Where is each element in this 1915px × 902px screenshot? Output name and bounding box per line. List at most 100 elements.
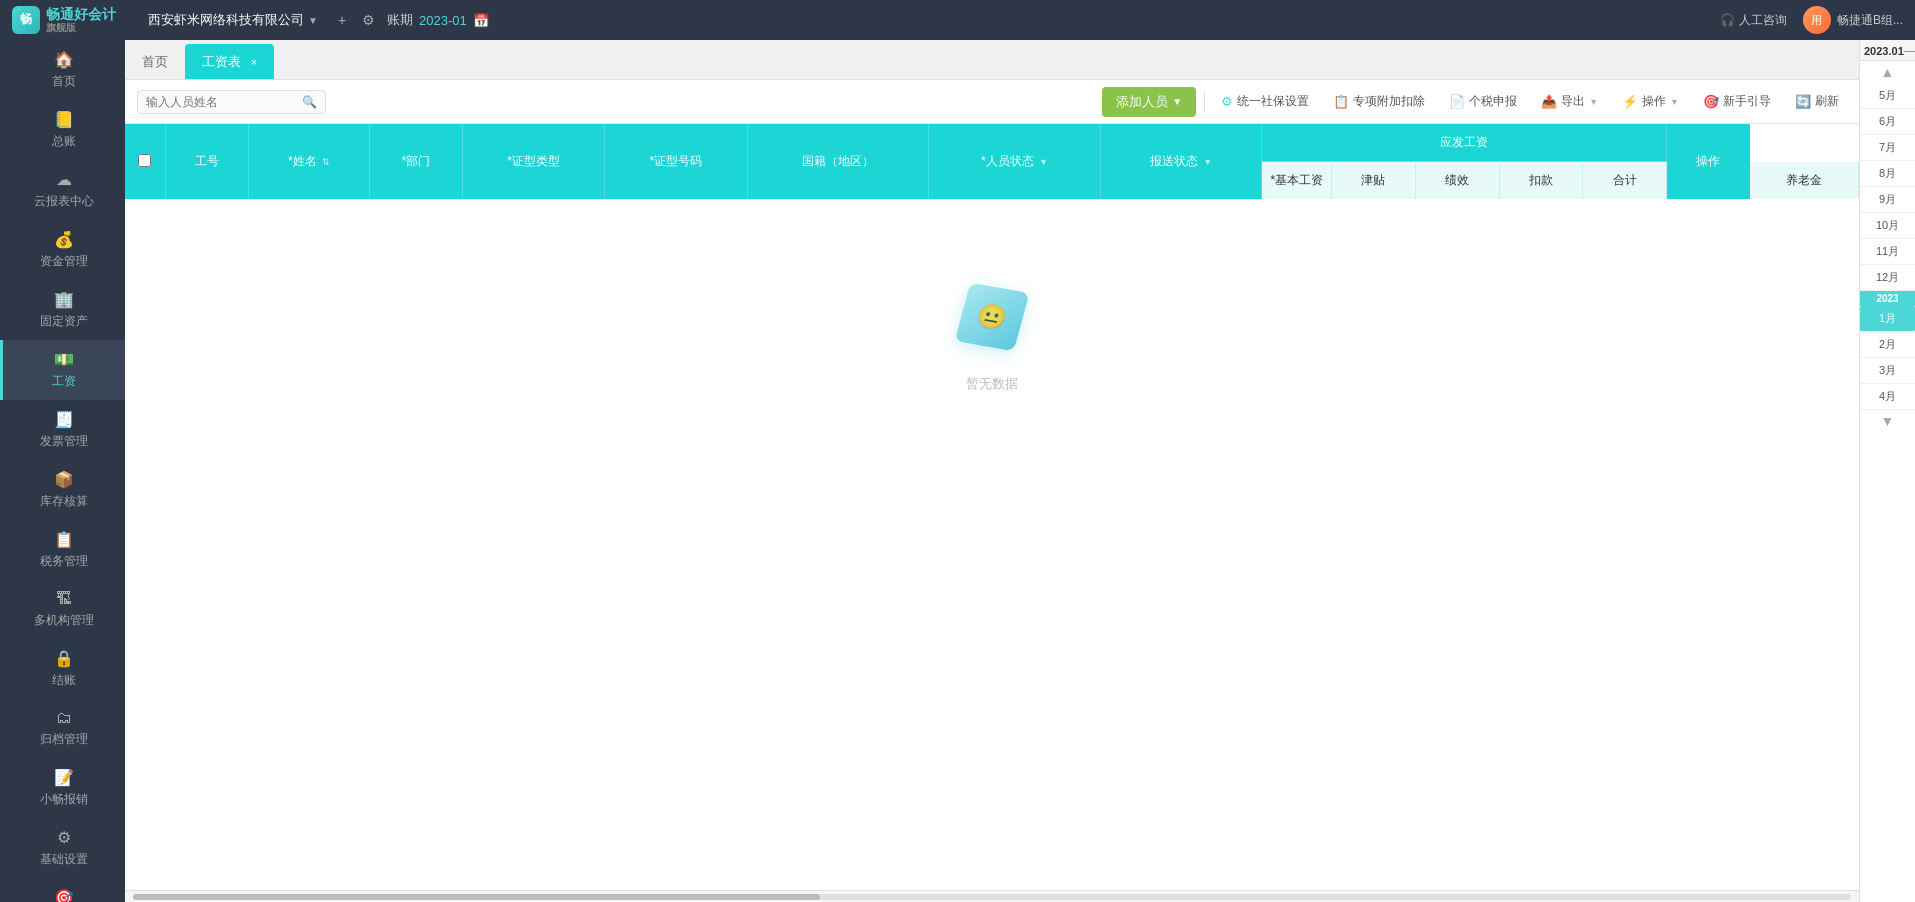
- home-icon: 🏠: [54, 50, 74, 69]
- top-bar-right: 🎧 人工咨询 用 畅捷通B组...: [1720, 6, 1903, 34]
- sidebar-item-closing[interactable]: 🔒 结账: [0, 639, 125, 699]
- sidebar-item-multi-org[interactable]: 🏗 多机构管理: [0, 580, 125, 639]
- sidebar-item-inventory[interactable]: 📦 库存核算: [0, 460, 125, 520]
- month-5[interactable]: 5月: [1860, 83, 1915, 109]
- service-btn[interactable]: 🎧 人工咨询: [1720, 12, 1787, 29]
- right-panel-up-nav: ▲: [1860, 61, 1915, 83]
- sep1: [1204, 92, 1205, 112]
- fund-icon: 💰: [54, 230, 74, 249]
- settings-icon[interactable]: ⚙: [358, 8, 379, 32]
- export-label: 导出: [1561, 93, 1585, 110]
- toolbar: 🔍 添加人员 ▼ ⚙ 统一社保设置 📋 专项附加扣除 📄 个税申报 📤: [125, 80, 1859, 124]
- month-1-2023[interactable]: 1月: [1860, 306, 1915, 332]
- new-guide-label: 新手引导: [1723, 93, 1771, 110]
- sidebar-item-invoice[interactable]: 🧾 发票管理: [0, 400, 125, 460]
- sidebar-item-fixed-assets[interactable]: 🏢 固定资产: [0, 280, 125, 340]
- month-8[interactable]: 8月: [1860, 161, 1915, 187]
- tax-icon: 📋: [54, 530, 74, 549]
- th-allowance: 津贴: [1332, 162, 1416, 200]
- down-nav-icon[interactable]: ▼: [1881, 413, 1895, 429]
- right-panel: 2023.01 — ⛶ ▲ 5月 6月 7月 8月 9月 10月 11月 12月…: [1859, 40, 1915, 902]
- select-all-checkbox[interactable]: [138, 154, 151, 167]
- tab-close-icon[interactable]: ×: [251, 56, 257, 68]
- export-action[interactable]: 📤 导出 ▼: [1533, 89, 1606, 114]
- add-person-button[interactable]: 添加人员 ▼: [1102, 87, 1196, 117]
- name-sort-icon: ⇅: [322, 157, 330, 167]
- sidebar-item-settings[interactable]: ⚙ 基础设置: [0, 818, 125, 878]
- refresh-label: 刷新: [1815, 93, 1839, 110]
- tab-salary-table[interactable]: 工资表 ×: [185, 44, 274, 79]
- refresh-icon: 🔄: [1795, 94, 1811, 109]
- archive-icon: 🗂: [56, 709, 72, 727]
- personal-tax-action[interactable]: 📄 个税申报: [1441, 89, 1525, 114]
- special-deduction-action[interactable]: 📋 专项附加扣除: [1325, 89, 1433, 114]
- sidebar-label-cloud-report: 云报表中心: [34, 193, 94, 210]
- sidebar-item-ledger[interactable]: 📒 总账: [0, 100, 125, 160]
- month-9[interactable]: 9月: [1860, 187, 1915, 213]
- right-panel-down-nav: ▼: [1860, 410, 1915, 432]
- calendar-icon[interactable]: 📅: [473, 13, 489, 28]
- th-base-salary: *基本工资: [1262, 162, 1332, 200]
- user-info[interactable]: 用 畅捷通B组...: [1803, 6, 1903, 34]
- sidebar-item-tax[interactable]: 📋 税务管理: [0, 520, 125, 580]
- sidebar: 🏠 首页 📒 总账 ☁ 云报表中心 💰 资金管理 🏢 固定资产 💵 工资 🧾 发…: [0, 40, 125, 902]
- month-10[interactable]: 10月: [1860, 213, 1915, 239]
- horizontal-scrollbar[interactable]: [125, 890, 1859, 902]
- empty-illustration: 😐: [954, 283, 1029, 352]
- month-2-2023[interactable]: 2月: [1860, 332, 1915, 358]
- operation-chevron-icon: ▼: [1670, 97, 1679, 107]
- year-2023-label: 2023: [1860, 291, 1915, 306]
- sidebar-item-archive[interactable]: 🗂 归档管理: [0, 699, 125, 758]
- sidebar-label-inventory: 库存核算: [40, 493, 88, 510]
- search-input[interactable]: [146, 95, 296, 109]
- th-name[interactable]: *姓名 ⇅: [249, 124, 370, 199]
- tab-home[interactable]: 首页: [125, 44, 185, 79]
- company-name: 西安虾米网络科技有限公司: [148, 11, 304, 29]
- sidebar-item-cloud-report[interactable]: ☁ 云报表中心: [0, 160, 125, 220]
- refresh-action[interactable]: 🔄 刷新: [1787, 89, 1847, 114]
- th-id-number: *证型号码: [605, 124, 747, 199]
- add-company-icon[interactable]: +: [334, 8, 350, 32]
- sidebar-item-expense[interactable]: 📝 小畅报销: [0, 758, 125, 818]
- company-selector[interactable]: 西安虾米网络科技有限公司 ▼: [148, 11, 318, 29]
- social-security-action[interactable]: ⚙ 统一社保设置: [1213, 89, 1317, 114]
- th-id-type: *证型类型: [462, 124, 604, 199]
- scrollbar-thumb[interactable]: [133, 894, 820, 900]
- th-report-status[interactable]: 报送状态 ▼: [1100, 124, 1262, 199]
- th-status[interactable]: *人员状态 ▼: [929, 124, 1100, 199]
- operation-label: 操作: [1642, 93, 1666, 110]
- sidebar-item-home[interactable]: 🏠 首页: [0, 40, 125, 100]
- report-filter-icon[interactable]: ▼: [1203, 157, 1212, 167]
- new-guide-action[interactable]: 🎯 新手引导: [1695, 89, 1779, 114]
- main-layout: 🏠 首页 📒 总账 ☁ 云报表中心 💰 资金管理 🏢 固定资产 💵 工资 🧾 发…: [0, 40, 1915, 902]
- sidebar-label-tax: 税务管理: [40, 553, 88, 570]
- status-filter-icon[interactable]: ▼: [1039, 157, 1048, 167]
- top-bar-actions: + ⚙: [334, 8, 379, 32]
- company-chevron-icon: ▼: [308, 15, 318, 26]
- sidebar-label-fixed-assets: 固定资产: [40, 313, 88, 330]
- th-name-label: *姓名: [288, 154, 317, 168]
- empty-row: 😐 暂无数据: [125, 199, 1859, 473]
- month-6[interactable]: 6月: [1860, 109, 1915, 135]
- sidebar-label-closing: 结账: [52, 672, 76, 689]
- logo-text-wrap: 畅通好会计 旗舰版: [46, 6, 116, 35]
- operation-action[interactable]: ⚡ 操作 ▼: [1614, 89, 1687, 114]
- month-12[interactable]: 12月: [1860, 265, 1915, 291]
- month-7[interactable]: 7月: [1860, 135, 1915, 161]
- sidebar-item-salary[interactable]: 💵 工资: [0, 340, 125, 400]
- th-payroll-group: 应发工资: [1262, 124, 1667, 162]
- th-checkbox[interactable]: [125, 124, 165, 199]
- month-11[interactable]: 11月: [1860, 239, 1915, 265]
- headset-icon: 🎧: [1720, 13, 1735, 27]
- sidebar-item-fund[interactable]: 💰 资金管理: [0, 220, 125, 280]
- logo-icon: 畅: [12, 6, 40, 34]
- period-value[interactable]: 2023-01: [419, 13, 467, 28]
- minimize-icon[interactable]: —: [1904, 44, 1915, 58]
- avatar: 用: [1803, 6, 1831, 34]
- sidebar-item-guide[interactable]: 🎯 新手引导: [0, 878, 125, 902]
- month-3-2023[interactable]: 3月: [1860, 358, 1915, 384]
- month-4-2023[interactable]: 4月: [1860, 384, 1915, 410]
- sidebar-label-expense: 小畅报销: [40, 791, 88, 808]
- up-nav-icon[interactable]: ▲: [1881, 64, 1895, 80]
- closing-icon: 🔒: [54, 649, 74, 668]
